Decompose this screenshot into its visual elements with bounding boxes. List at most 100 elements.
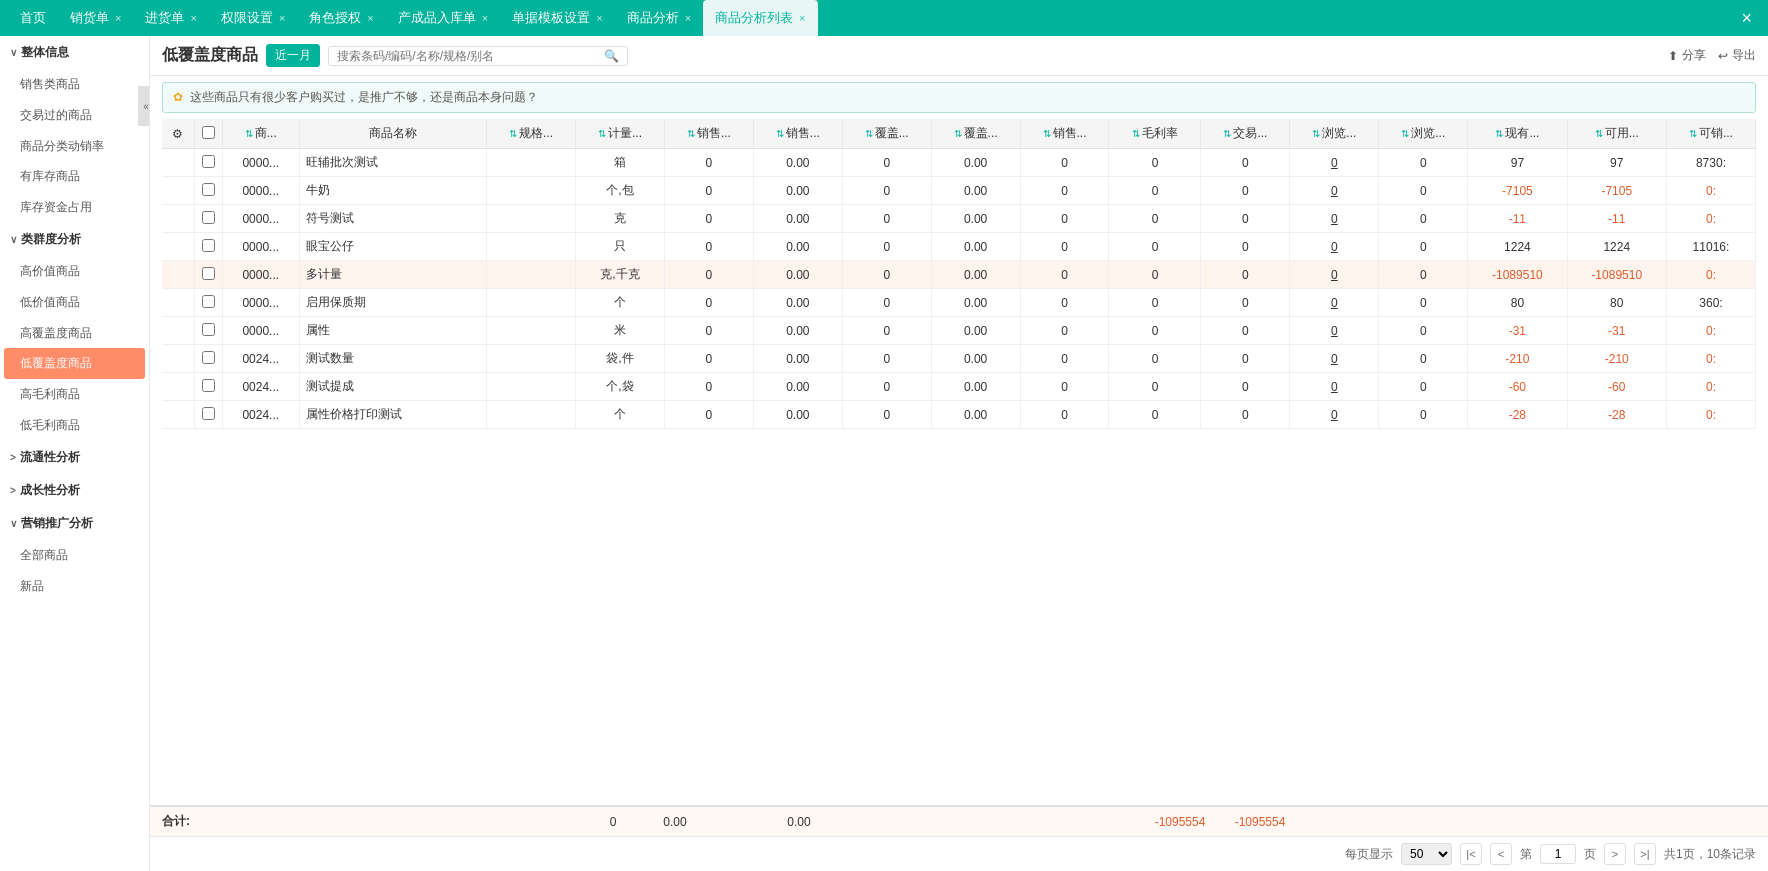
row-browse1[interactable]: 0 <box>1290 261 1379 289</box>
row-browse1[interactable]: 0 <box>1290 289 1379 317</box>
coverage2-column-header[interactable]: ⇅覆盖... <box>931 119 1020 149</box>
sidebar-section-circulation[interactable]: > 流通性分析 <box>0 441 149 474</box>
row-checkbox[interactable] <box>194 345 222 373</box>
row-checkbox[interactable] <box>194 261 222 289</box>
row-select-checkbox[interactable] <box>202 267 215 280</box>
row-checkbox[interactable] <box>194 205 222 233</box>
sidebar-item-high-coverage[interactable]: 高覆盖度商品 <box>0 318 149 349</box>
date-filter-month[interactable]: 近一月 <box>266 44 320 67</box>
close-icon[interactable]: × <box>685 12 691 24</box>
row-select-checkbox[interactable] <box>202 295 215 308</box>
sellable-column-header[interactable]: ⇅可销... <box>1666 119 1755 149</box>
row-select-checkbox[interactable] <box>202 239 215 252</box>
sidebar-section-general[interactable]: ∨ 整体信息 <box>0 36 149 69</box>
sidebar-item-new-goods[interactable]: 新品 <box>0 571 149 602</box>
row-select-checkbox[interactable] <box>202 351 215 364</box>
search-input[interactable] <box>337 49 604 63</box>
sidebar-section-marketing[interactable]: ∨ 营销推广分析 <box>0 507 149 540</box>
sidebar-item-inventory-goods[interactable]: 有库存商品 <box>0 161 149 192</box>
close-all-tabs-button[interactable]: × <box>1733 8 1760 29</box>
current-column-header[interactable]: ⇅现有... <box>1468 119 1567 149</box>
unit-column-header[interactable]: ⇅计量... <box>576 119 665 149</box>
available-column-header[interactable]: ⇅可用... <box>1567 119 1666 149</box>
table-row: 0000... 属性 米 0 0.00 0 0.00 0 0 0 0 0 -31… <box>162 317 1756 345</box>
code-column-header[interactable]: ⇅商... <box>222 119 300 149</box>
close-icon[interactable]: × <box>279 12 285 24</box>
sidebar-item-traded-goods[interactable]: 交易过的商品 <box>0 100 149 131</box>
sidebar-section-cluster[interactable]: ∨ 类群度分析 <box>0 223 149 256</box>
row-browse1[interactable]: 0 <box>1290 317 1379 345</box>
settings-column-header[interactable]: ⚙ <box>162 119 194 149</box>
search-box[interactable]: 🔍 <box>328 46 628 66</box>
row-checkbox[interactable] <box>194 233 222 261</box>
row-checkbox[interactable] <box>194 373 222 401</box>
sidebar-item-inventory-capital[interactable]: 库存资金占用 <box>0 192 149 223</box>
page-size-select[interactable]: 50 100 200 <box>1401 843 1452 865</box>
export-button[interactable]: ↩ 导出 <box>1718 47 1756 64</box>
coverage1-column-header[interactable]: ⇅覆盖... <box>842 119 931 149</box>
row-select-checkbox[interactable] <box>202 379 215 392</box>
row-sellable: 360: <box>1666 289 1755 317</box>
nav-tab-sales[interactable]: 销货单 × <box>58 0 133 36</box>
row-browse1[interactable]: 0 <box>1290 205 1379 233</box>
row-browse1[interactable]: 0 <box>1290 177 1379 205</box>
close-icon[interactable]: × <box>190 12 196 24</box>
sidebar-item-high-margin[interactable]: 高毛利商品 <box>0 379 149 410</box>
row-checkbox[interactable] <box>194 289 222 317</box>
nav-tab-permission[interactable]: 权限设置 × <box>209 0 297 36</box>
share-button[interactable]: ⬆ 分享 <box>1668 47 1706 64</box>
sidebar-item-high-value[interactable]: 高价值商品 <box>0 256 149 287</box>
row-checkbox[interactable] <box>194 149 222 177</box>
row-browse1[interactable]: 0 <box>1290 149 1379 177</box>
close-icon[interactable]: × <box>482 12 488 24</box>
row-select-checkbox[interactable] <box>202 323 215 336</box>
row-checkbox[interactable] <box>194 401 222 429</box>
sales-other-column-header[interactable]: ⇅销售... <box>1020 119 1109 149</box>
nav-tab-role[interactable]: 角色授权 × <box>297 0 385 36</box>
row-browse1[interactable]: 0 <box>1290 373 1379 401</box>
gross-margin-column-header[interactable]: ⇅毛利率 <box>1109 119 1201 149</box>
nav-tab-template[interactable]: 单据模板设置 × <box>500 0 614 36</box>
close-icon[interactable]: × <box>596 12 602 24</box>
last-page-button[interactable]: >| <box>1634 843 1656 865</box>
first-page-button[interactable]: |< <box>1460 843 1482 865</box>
nav-tab-home[interactable]: 首页 <box>8 0 58 36</box>
settings-icon[interactable]: ⚙ <box>172 127 183 141</box>
browse1-column-header[interactable]: ⇅浏览... <box>1290 119 1379 149</box>
page-input[interactable] <box>1540 844 1576 864</box>
row-select-checkbox[interactable] <box>202 211 215 224</box>
next-page-button[interactable]: > <box>1604 843 1626 865</box>
checkbox-column-header[interactable] <box>194 119 222 149</box>
select-all-checkbox[interactable] <box>202 126 215 139</box>
row-select-checkbox[interactable] <box>202 183 215 196</box>
nav-tab-purchase[interactable]: 进货单 × <box>133 0 208 36</box>
sales-amount-column-header[interactable]: ⇅销售... <box>753 119 842 149</box>
close-icon[interactable]: × <box>799 12 805 24</box>
prev-page-button[interactable]: < <box>1490 843 1512 865</box>
sidebar-item-low-margin[interactable]: 低毛利商品 <box>0 410 149 441</box>
close-icon[interactable]: × <box>367 12 373 24</box>
row-checkbox[interactable] <box>194 317 222 345</box>
row-select-checkbox[interactable] <box>202 155 215 168</box>
browse2-column-header[interactable]: ⇅浏览... <box>1379 119 1468 149</box>
content-area: 低覆盖度商品 近一月 🔍 ⬆ 分享 ↩ 导出 ✿ 这些商品只有很少客户购买过，是… <box>150 36 1768 871</box>
sidebar-item-sales-goods[interactable]: 销售类商品 <box>0 69 149 100</box>
sales-count-column-header[interactable]: ⇅销售... <box>664 119 753 149</box>
row-browse1[interactable]: 0 <box>1290 345 1379 373</box>
nav-tab-goods-analysis-list[interactable]: 商品分析列表 × <box>703 0 817 36</box>
row-select-checkbox[interactable] <box>202 407 215 420</box>
sidebar-item-category-rate[interactable]: 商品分类动销率 <box>0 131 149 162</box>
sidebar-item-low-value[interactable]: 低价值商品 <box>0 287 149 318</box>
close-icon[interactable]: × <box>115 12 121 24</box>
nav-tab-inventory[interactable]: 产成品入库单 × <box>386 0 500 36</box>
spec-column-header[interactable]: ⇅规格... <box>487 119 576 149</box>
sidebar-item-low-coverage[interactable]: 低覆盖度商品 <box>4 348 145 379</box>
nav-tab-goods-analysis[interactable]: 商品分析 × <box>615 0 703 36</box>
sidebar-section-growth[interactable]: > 成长性分析 <box>0 474 149 507</box>
row-checkbox[interactable] <box>194 177 222 205</box>
sidebar-collapse-button[interactable]: « <box>138 86 150 126</box>
sidebar-item-all-goods[interactable]: 全部商品 <box>0 540 149 571</box>
row-browse1[interactable]: 0 <box>1290 233 1379 261</box>
row-browse1[interactable]: 0 <box>1290 401 1379 429</box>
transaction-column-header[interactable]: ⇅交易... <box>1201 119 1290 149</box>
